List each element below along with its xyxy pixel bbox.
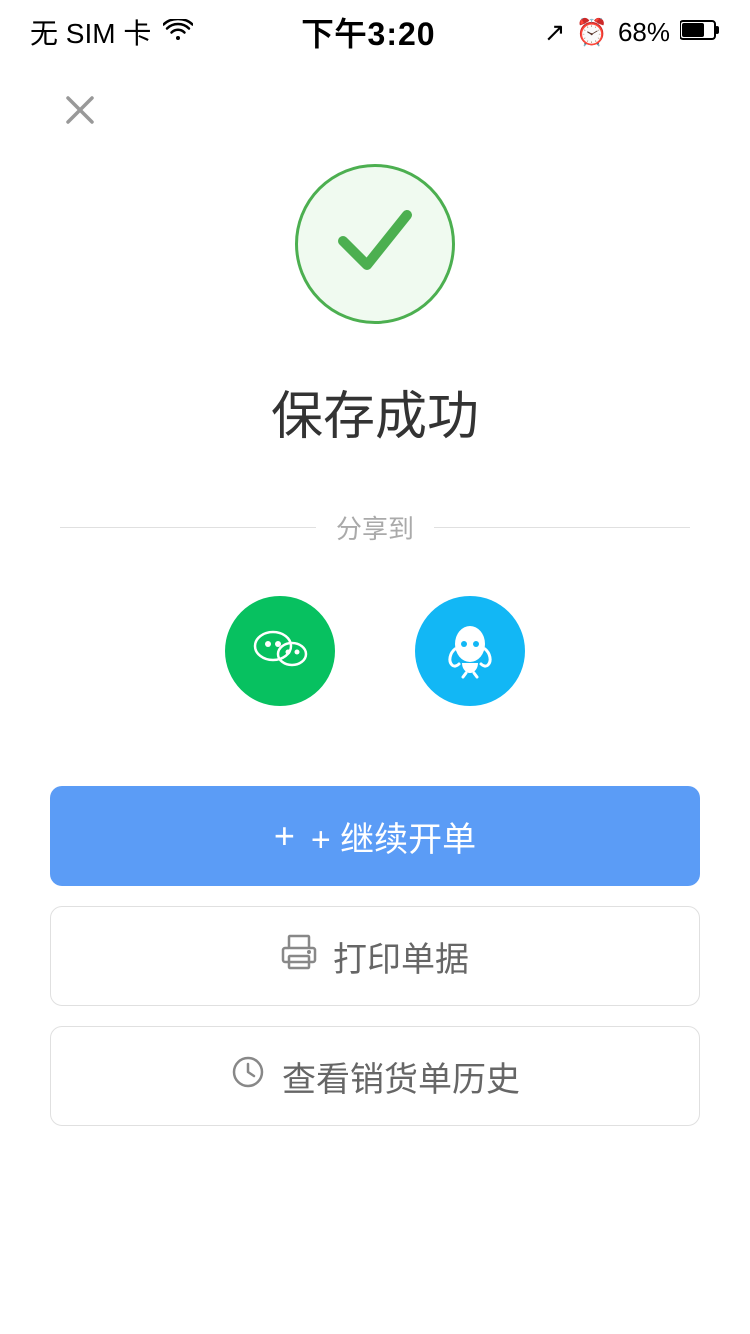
close-button[interactable] — [50, 80, 110, 140]
continue-label: + 继续开单 — [311, 812, 476, 861]
status-bar: 无 SIM 卡 下午3:20 ↗ ⏰ 68% — [0, 0, 750, 64]
status-time: 下午3:20 — [302, 9, 436, 55]
plus-icon: + — [274, 815, 295, 857]
history-icon — [230, 1054, 266, 1099]
divider-left — [60, 527, 316, 528]
share-icons-row — [225, 596, 525, 706]
battery-percent: 68% — [618, 17, 670, 48]
continue-button[interactable]: + + 继续开单 — [50, 786, 700, 886]
history-button[interactable]: 查看销货单历史 — [50, 1026, 700, 1126]
wifi-icon — [163, 17, 193, 48]
print-icon — [281, 934, 317, 979]
alarm-icon: ⏰ — [576, 17, 608, 48]
status-left: 无 SIM 卡 — [30, 12, 193, 52]
history-label: 查看销货单历史 — [282, 1052, 520, 1101]
status-right: ↗ ⏰ 68% — [544, 17, 720, 48]
wechat-share-button[interactable] — [225, 596, 335, 706]
success-circle — [295, 164, 455, 324]
share-divider: 分享到 — [0, 509, 750, 546]
sim-status: 无 SIM 卡 — [30, 12, 151, 52]
battery-icon — [680, 17, 720, 48]
print-label: 打印单据 — [333, 932, 469, 981]
main-content: 保存成功 分享到 — [0, 64, 750, 1126]
qq-share-button[interactable] — [415, 596, 525, 706]
checkmark-icon — [335, 203, 415, 286]
success-title: 保存成功 — [271, 374, 479, 449]
location-icon: ↗ — [544, 17, 566, 48]
print-button[interactable]: 打印单据 — [50, 906, 700, 1006]
share-label: 分享到 — [336, 509, 414, 546]
action-buttons: + + 继续开单 打印单据 查看销货单历 — [0, 786, 750, 1126]
divider-right — [434, 527, 690, 528]
